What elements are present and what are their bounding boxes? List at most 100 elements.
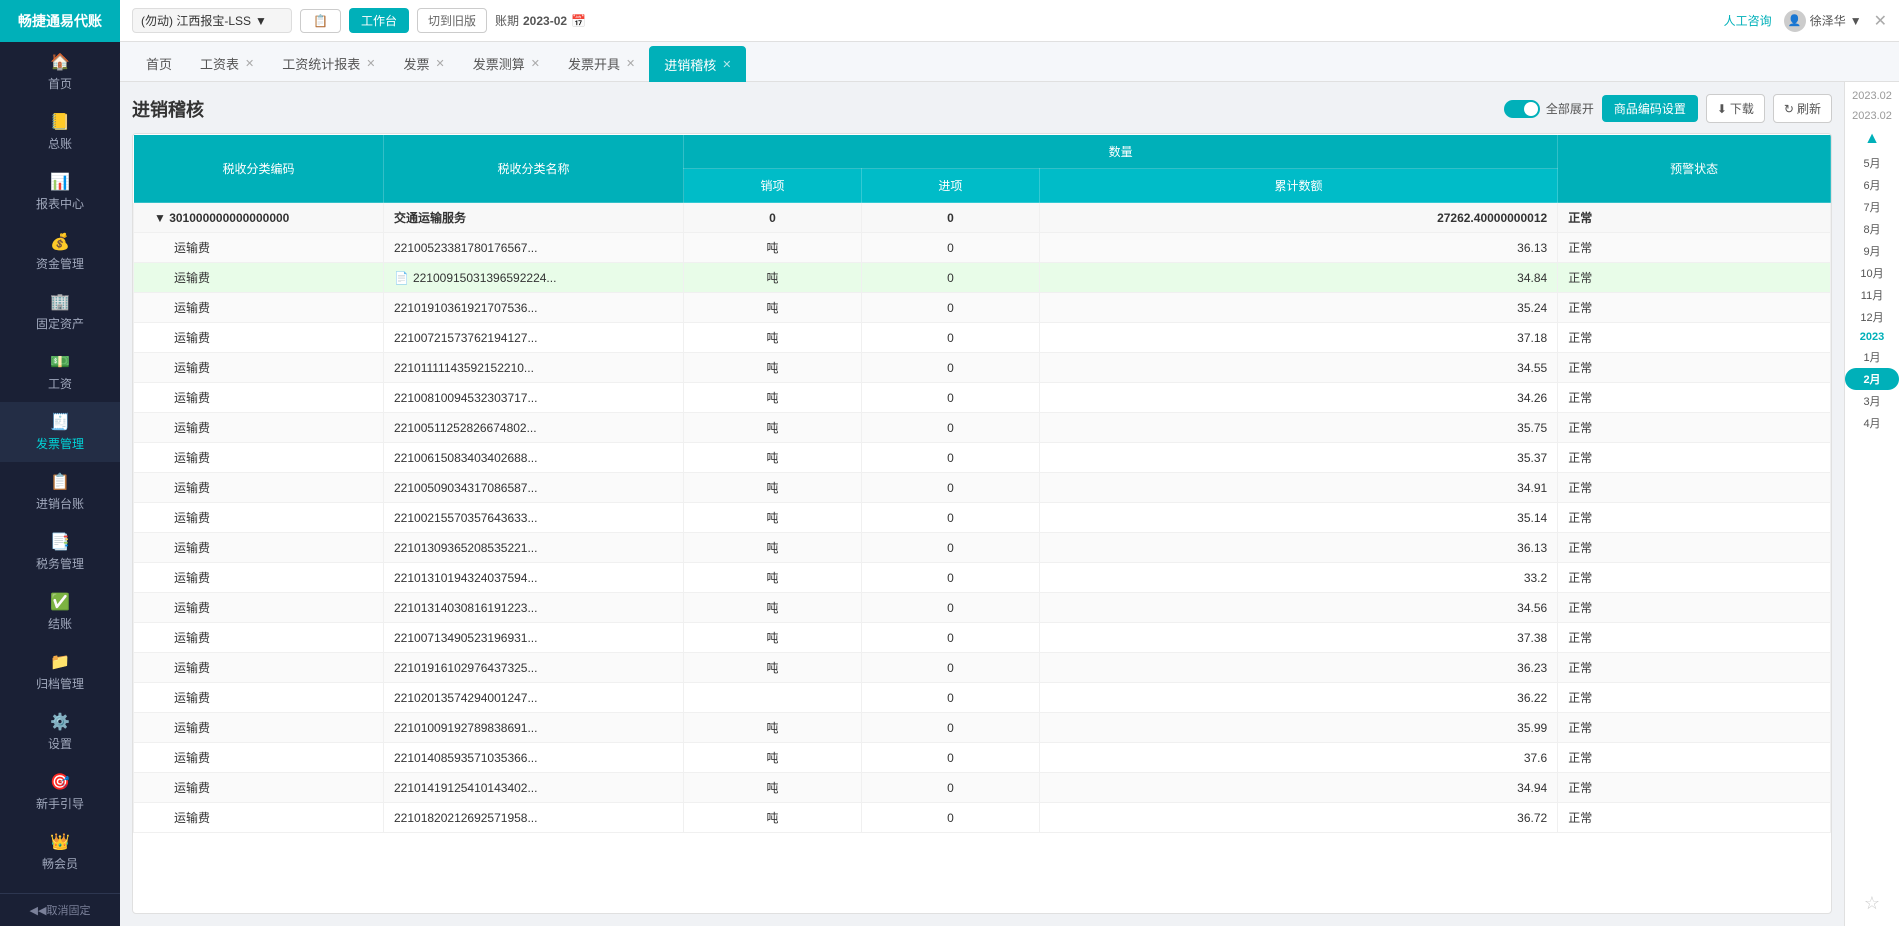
month-6[interactable]: 6月 <box>1845 174 1899 196</box>
favorite-icon[interactable]: ☆ <box>1856 885 1888 922</box>
row-name: 运输费 <box>134 653 384 683</box>
table-row[interactable]: 运输费 22100713490523196931... 吨 0 37.38 正常 <box>134 623 1831 653</box>
table-row[interactable]: 运输费 22101111143592152210... 吨 0 34.55 正常 <box>134 353 1831 383</box>
product-code-settings-button[interactable]: 商品编码设置 <box>1602 95 1698 122</box>
data-table: 税收分类编码 税收分类名称 数量 预警状态 销项 进项 累计数额 ▼ 301 <box>133 134 1831 833</box>
company-selector[interactable]: (勿动) 江西报宝-LSS ▼ <box>132 8 292 33</box>
month-2-active[interactable]: 2月 <box>1845 368 1899 390</box>
tab-invoice[interactable]: 发票 ✕ <box>389 45 458 81</box>
calendar-icon[interactable]: 📅 <box>571 14 586 28</box>
table-row[interactable]: 运输费 22100810094532303717... 吨 0 34.26 正常 <box>134 383 1831 413</box>
row-cumulative: 37.38 <box>1039 623 1557 653</box>
row-invoice-no: 22100713490523196931... <box>384 623 684 653</box>
sidebar-item-home[interactable]: 🏠 首页 <box>0 42 120 102</box>
table-row[interactable]: 运输费 22100615083403402688... 吨 0 35.37 正常 <box>134 443 1831 473</box>
right-panel: 2023.02 2023.02 ▲ 5月 6月 7月 8月 9月 10月 11月… <box>1844 82 1899 926</box>
switch-version-button[interactable]: 切到旧版 <box>417 8 487 33</box>
sidebar-item-assets[interactable]: 🏢 固定资产 <box>0 282 120 342</box>
row-unit: 吨 <box>684 563 862 593</box>
row-invoice-no: 22100615083403402688... <box>384 443 684 473</box>
tab-invoice-open-close[interactable]: ✕ <box>626 57 635 70</box>
table-row[interactable]: 运输费 22101419125410143402... 吨 0 34.94 正常 <box>134 773 1831 803</box>
sidebar-item-report[interactable]: 📊 报表中心 <box>0 162 120 222</box>
month-9[interactable]: 9月 <box>1845 240 1899 262</box>
sidebar-item-member[interactable]: 👑 畅会员 <box>0 822 120 882</box>
tab-invoice-label: 发票 <box>403 54 429 73</box>
ledger-icon: 📒 <box>50 112 70 132</box>
tab-invoice-open[interactable]: 发票开具 ✕ <box>554 45 649 81</box>
refresh-button[interactable]: ↻ 刷新 <box>1773 94 1832 123</box>
month-8[interactable]: 8月 <box>1845 218 1899 240</box>
month-5[interactable]: 5月 <box>1845 152 1899 174</box>
sidebar-item-settings[interactable]: ⚙️ 设置 <box>0 702 120 762</box>
tab-salary[interactable]: 工资表 ✕ <box>186 45 268 81</box>
table-row[interactable]: 运输费 22101314030816191223... 吨 0 34.56 正常 <box>134 593 1831 623</box>
table-row[interactable]: ▼ 301000000000000000 交通运输服务 0 0 27262.40… <box>134 203 1831 233</box>
table-row[interactable]: 运输费 22100721573762194127... 吨 0 37.18 正常 <box>134 323 1831 353</box>
table-row[interactable]: 运输费 22101408593571035366... 吨 0 37.6 正常 <box>134 743 1831 773</box>
row-status: 正常 <box>1558 503 1831 533</box>
table-row[interactable]: 运输费 22101310194324037594... 吨 0 33.2 正常 <box>134 563 1831 593</box>
scroll-up-button[interactable]: ▲ <box>1860 126 1884 152</box>
year-label-2023-top2: 2023.02 <box>1852 106 1892 126</box>
month-3[interactable]: 3月 <box>1845 390 1899 412</box>
month-10[interactable]: 10月 <box>1845 262 1899 284</box>
table-row[interactable]: 运输费 22100523381780176567... 吨 0 36.13 正常 <box>134 233 1831 263</box>
sidebar-item-tax[interactable]: 📑 税务管理 <box>0 522 120 582</box>
file-icon: 📄 <box>394 271 409 285</box>
month-11[interactable]: 11月 <box>1845 284 1899 306</box>
close-icon[interactable]: ✕ <box>1874 11 1887 31</box>
tab-salary-report-close[interactable]: ✕ <box>366 57 375 70</box>
copy-button[interactable]: 📋 <box>300 9 341 33</box>
row-name: 运输费 <box>134 713 384 743</box>
table-row[interactable]: 运输费 22100215570357643633... 吨 0 35.14 正常 <box>134 503 1831 533</box>
table-row[interactable]: 运输费 📄22100915031396592224... 吨 0 34.84 正… <box>134 263 1831 293</box>
row-sales: 0 <box>861 563 1039 593</box>
sidebar-item-fund[interactable]: 💰 资金管理 <box>0 222 120 282</box>
download-button[interactable]: ⬇ 下载 <box>1706 94 1765 123</box>
sidebar-item-sales[interactable]: 📋 进销台账 <box>0 462 120 522</box>
row-cumulative: 37.18 <box>1039 323 1557 353</box>
sidebar-item-invoice[interactable]: 🧾 发票管理 <box>0 402 120 462</box>
table-row[interactable]: 运输费 22100509034317086587... 吨 0 34.91 正常 <box>134 473 1831 503</box>
table-row[interactable]: 运输费 22101916102976437325... 吨 0 36.23 正常 <box>134 653 1831 683</box>
table-row[interactable]: 运输费 22101820212692571958... 吨 0 36.72 正常 <box>134 803 1831 833</box>
month-1[interactable]: 1月 <box>1845 346 1899 368</box>
sidebar-item-guide[interactable]: 🎯 新手引导 <box>0 762 120 822</box>
user-menu[interactable]: 👤 徐泽华 ▼ <box>1784 10 1862 32</box>
sidebar-item-archive[interactable]: 📁 归档管理 <box>0 642 120 702</box>
workspace-button[interactable]: 工作台 <box>349 8 409 33</box>
sidebar-item-settle[interactable]: ✅ 结账 <box>0 582 120 642</box>
row-name: 运输费 <box>134 233 384 263</box>
tab-invoice-close[interactable]: ✕ <box>436 57 445 70</box>
tab-sales-check-close[interactable]: ✕ <box>722 58 731 71</box>
tab-sales-check[interactable]: 进销稽核 ✕ <box>649 46 746 82</box>
support-link[interactable]: 人工咨询 <box>1724 12 1772 29</box>
tab-salary-close[interactable]: ✕ <box>245 57 254 70</box>
tab-invoice-calc[interactable]: 发票测算 ✕ <box>459 45 554 81</box>
col-quantity-group: 数量 <box>684 135 1558 169</box>
table-row[interactable]: 运输费 22101009192789838691... 吨 0 35.99 正常 <box>134 713 1831 743</box>
expand-toggle[interactable] <box>1504 100 1540 118</box>
tab-salary-report[interactable]: 工资统计报表 ✕ <box>268 45 389 81</box>
data-table-wrap: 税收分类编码 税收分类名称 数量 预警状态 销项 进项 累计数额 ▼ 301 <box>132 133 1832 914</box>
row-cumulative: 35.37 <box>1039 443 1557 473</box>
row-name: 运输费 <box>134 473 384 503</box>
table-row[interactable]: 运输费 22101910361921707536... 吨 0 35.24 正常 <box>134 293 1831 323</box>
month-12[interactable]: 12月 <box>1845 306 1899 328</box>
row-cumulative: 34.91 <box>1039 473 1557 503</box>
row-invoice-no: 22101309365208535221... <box>384 533 684 563</box>
sidebar-item-ledger[interactable]: 📒 总账 <box>0 102 120 162</box>
col-tax-code: 税收分类编码 <box>134 135 384 203</box>
table-row[interactable]: 运输费 22101309365208535221... 吨 0 36.13 正常 <box>134 533 1831 563</box>
settings-icon: ⚙️ <box>50 712 70 732</box>
table-row[interactable]: 运输费 22102013574294001247... 0 36.22 正常 <box>134 683 1831 713</box>
row-name: 运输费 <box>134 263 384 293</box>
sidebar-item-salary[interactable]: 💵 工资 <box>0 342 120 402</box>
tab-home[interactable]: 首页 <box>132 45 186 81</box>
tab-invoice-calc-close[interactable]: ✕ <box>531 57 540 70</box>
unpin-button[interactable]: ◀◀ 取消固定 <box>0 894 120 926</box>
month-4[interactable]: 4月 <box>1845 412 1899 434</box>
month-7[interactable]: 7月 <box>1845 196 1899 218</box>
table-row[interactable]: 运输费 22100511252826674802... 吨 0 35.75 正常 <box>134 413 1831 443</box>
